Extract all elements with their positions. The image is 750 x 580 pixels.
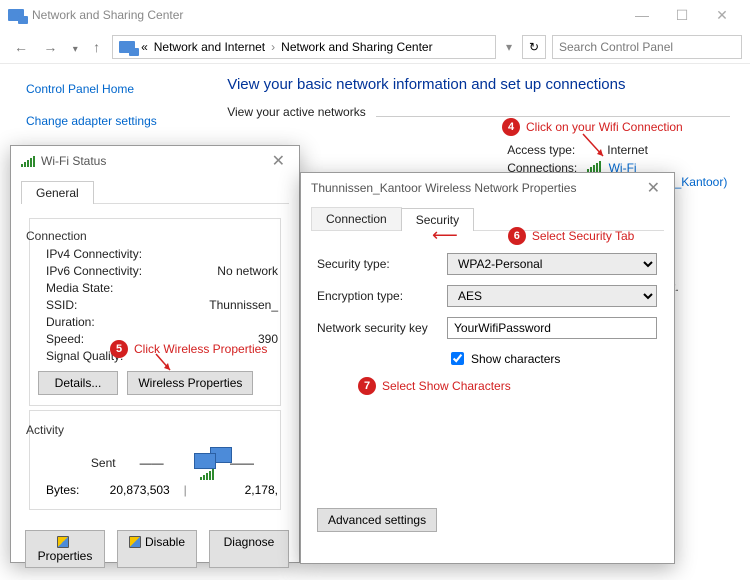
wireless-properties-tabs: Connection Security: [301, 203, 674, 230]
long-dash-icon: ——: [230, 456, 254, 470]
dropdown-chevron-icon[interactable]: ▾: [502, 40, 516, 54]
media-label: Media State:: [46, 281, 166, 295]
show-characters-checkbox[interactable]: [451, 352, 464, 365]
page-heading: View your basic network information and …: [227, 76, 730, 93]
sidebar-adapter-link[interactable]: Change adapter settings: [26, 114, 197, 128]
encryption-type-select[interactable]: AES: [447, 285, 657, 307]
network-icon: [8, 9, 24, 21]
show-characters-label: Show characters: [471, 352, 560, 366]
details-button[interactable]: Details...: [38, 371, 118, 395]
bytes-recv-value: 2,178,: [201, 483, 278, 497]
disable-button[interactable]: Disable: [117, 530, 197, 568]
ipv4-label: IPv4 Connectivity:: [46, 247, 166, 261]
minimize-button[interactable]: —: [622, 7, 662, 23]
back-button[interactable]: ←: [14, 39, 28, 55]
speed-label: Speed:: [46, 332, 166, 346]
search-placeholder: Search Control Panel: [559, 40, 673, 54]
close-button[interactable]: ✕: [268, 151, 289, 171]
tab-security[interactable]: Security: [401, 208, 474, 231]
duration-label: Duration:: [46, 315, 166, 329]
network-key-label: Network security key: [317, 321, 447, 335]
ipv6-label: IPv6 Connectivity:: [46, 264, 166, 278]
wifi-status-dialog: Wi-Fi Status ✕ General Connection IPv4 C…: [10, 145, 300, 563]
main-titlebar: Network and Sharing Center — ☐ ✕: [0, 0, 750, 30]
breadcrumb[interactable]: « Network and Internet › Network and Sha…: [112, 35, 496, 59]
security-type-label: Security type:: [317, 257, 447, 271]
window-title: Network and Sharing Center: [32, 8, 622, 22]
wireless-properties-dialog: Thunnissen_Kantoor Wireless Network Prop…: [300, 172, 675, 564]
signal-label: Signal Quality:: [46, 349, 166, 363]
nav-arrows: ← → ▾ ↑: [8, 39, 106, 55]
sidebar-home-link[interactable]: Control Panel Home: [26, 82, 197, 96]
wireless-properties-titlebar: Thunnissen_Kantoor Wireless Network Prop…: [301, 173, 674, 203]
active-networks-label: View your active networks: [227, 105, 366, 119]
computer-icon: [188, 447, 206, 479]
refresh-button[interactable]: ↻: [522, 35, 546, 59]
section-connection: Connection: [26, 229, 278, 243]
wifi-tabs: General: [11, 176, 299, 203]
advanced-settings-button[interactable]: Advanced settings: [317, 508, 437, 532]
network-key-input[interactable]: [447, 317, 657, 339]
breadcrumb-root[interactable]: «: [141, 40, 148, 54]
wireless-properties-title: Thunnissen_Kantoor Wireless Network Prop…: [311, 181, 643, 195]
encryption-type-label: Encryption type:: [317, 289, 447, 303]
shield-icon: [129, 536, 141, 548]
bytes-sent-value: 20,873,503: [92, 483, 169, 497]
forward-button[interactable]: →: [43, 39, 57, 55]
long-dash-icon: ——: [140, 456, 164, 470]
chevron-right-icon: ›: [271, 40, 275, 54]
access-type-value: Internet: [607, 143, 648, 157]
ssid-value: Thunnissen_: [209, 298, 278, 312]
speed-value: 390: [258, 332, 278, 346]
nav-bar: ← → ▾ ↑ « Network and Internet › Network…: [0, 30, 750, 64]
recent-button[interactable]: ▾: [73, 44, 78, 55]
breadcrumb-seg1[interactable]: Network and Internet: [154, 40, 265, 54]
divider: [376, 116, 730, 117]
properties-button[interactable]: Properties: [25, 530, 105, 568]
wifi-signal-icon: [21, 156, 35, 167]
maximize-button[interactable]: ☐: [662, 7, 702, 24]
network-icon: [119, 41, 135, 53]
diagnose-button[interactable]: Diagnose: [209, 530, 289, 568]
close-button[interactable]: ✕: [643, 178, 664, 198]
properties-label: Properties: [38, 549, 93, 563]
section-activity: Activity: [26, 423, 278, 437]
up-button[interactable]: ↑: [93, 39, 100, 55]
disable-label: Disable: [145, 535, 185, 549]
security-type-select[interactable]: WPA2-Personal: [447, 253, 657, 275]
wifi-status-titlebar: Wi-Fi Status ✕: [11, 146, 299, 176]
search-input[interactable]: Search Control Panel: [552, 35, 742, 59]
breadcrumb-seg2[interactable]: Network and Sharing Center: [281, 40, 432, 54]
tab-general[interactable]: General: [21, 181, 94, 204]
pipe-sep: |: [170, 483, 201, 497]
ipv6-value: No network: [217, 264, 278, 278]
wifi-signal-icon: [587, 161, 598, 172]
wifi-status-title: Wi-Fi Status: [41, 154, 268, 168]
wireless-properties-button[interactable]: Wireless Properties: [127, 371, 253, 395]
bytes-label: Bytes:: [46, 483, 92, 497]
close-button[interactable]: ✕: [702, 7, 742, 24]
shield-icon: [57, 536, 69, 548]
tab-connection[interactable]: Connection: [311, 207, 402, 230]
connection-group: Connection IPv4 Connectivity: IPv6 Conne…: [29, 218, 281, 406]
activity-group: Activity Sent —— —— Bytes: 20,873,503 | …: [29, 410, 281, 510]
access-type-label: Access type:: [507, 143, 575, 157]
sent-label: Sent: [91, 456, 116, 470]
ssid-label: SSID:: [46, 298, 166, 312]
